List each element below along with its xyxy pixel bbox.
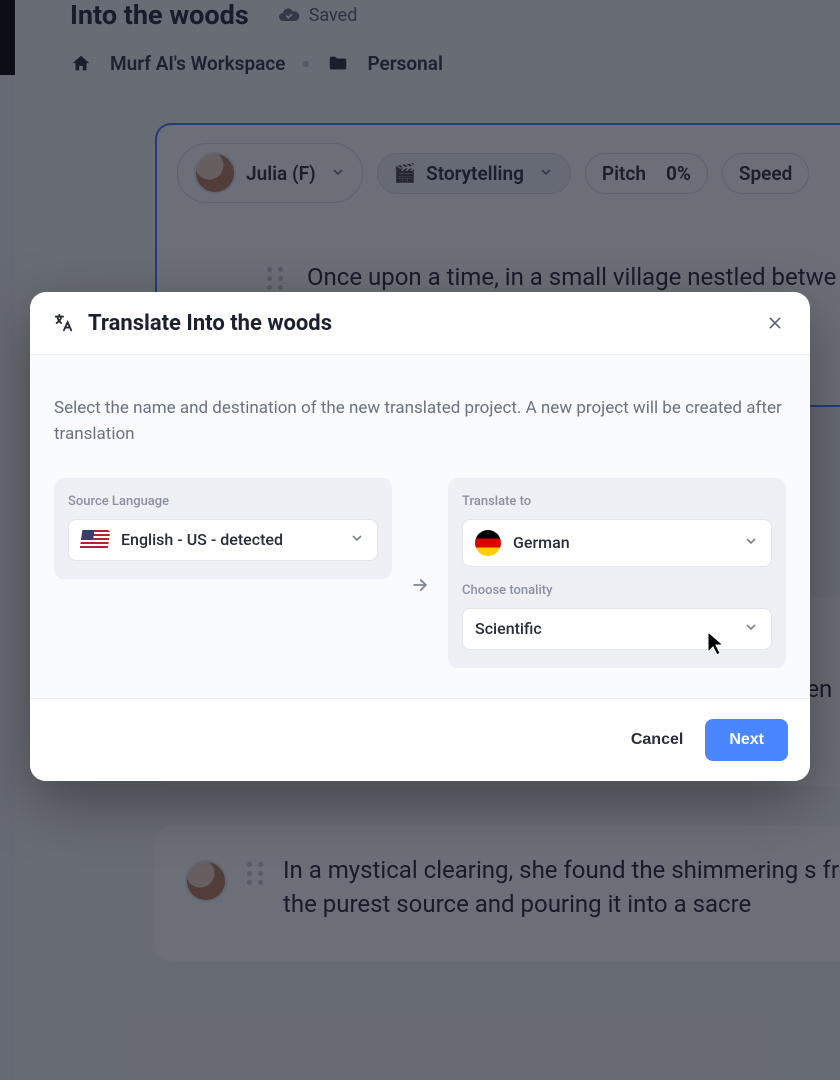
source-language-box: Source Language English - US - detected	[54, 478, 392, 579]
modal-description: Select the name and destination of the n…	[54, 395, 786, 448]
source-language-value: English - US - detected	[121, 530, 283, 549]
translate-modal: Translate Into the woods Select the name…	[30, 292, 810, 781]
target-language-select[interactable]: German	[462, 519, 772, 567]
target-language-box: Translate to German Choose tonality Scie…	[448, 478, 786, 668]
arrow-right-icon	[406, 575, 434, 600]
flag-de-icon	[475, 530, 501, 556]
tonality-select[interactable]: Scientific	[462, 608, 772, 650]
target-language-value: German	[513, 533, 570, 552]
chevron-down-icon	[743, 533, 759, 553]
tonality-value: Scientific	[475, 619, 542, 638]
chevron-down-icon	[349, 530, 365, 550]
modal-title: Translate Into the woods	[88, 311, 332, 336]
translate-icon	[52, 312, 74, 334]
source-language-label: Source Language	[68, 494, 378, 509]
flag-us-icon	[80, 530, 111, 550]
chevron-down-icon	[743, 619, 759, 639]
cancel-button[interactable]: Cancel	[631, 731, 683, 749]
source-language-select[interactable]: English - US - detected	[68, 519, 378, 561]
modal-footer: Cancel Next	[30, 698, 810, 781]
next-button[interactable]: Next	[705, 719, 788, 761]
modal-header: Translate Into the woods	[30, 292, 810, 355]
tonality-label: Choose tonality	[462, 583, 772, 598]
target-language-label: Translate to	[462, 494, 772, 509]
modal-body: Select the name and destination of the n…	[30, 355, 810, 698]
close-button[interactable]	[762, 310, 788, 336]
